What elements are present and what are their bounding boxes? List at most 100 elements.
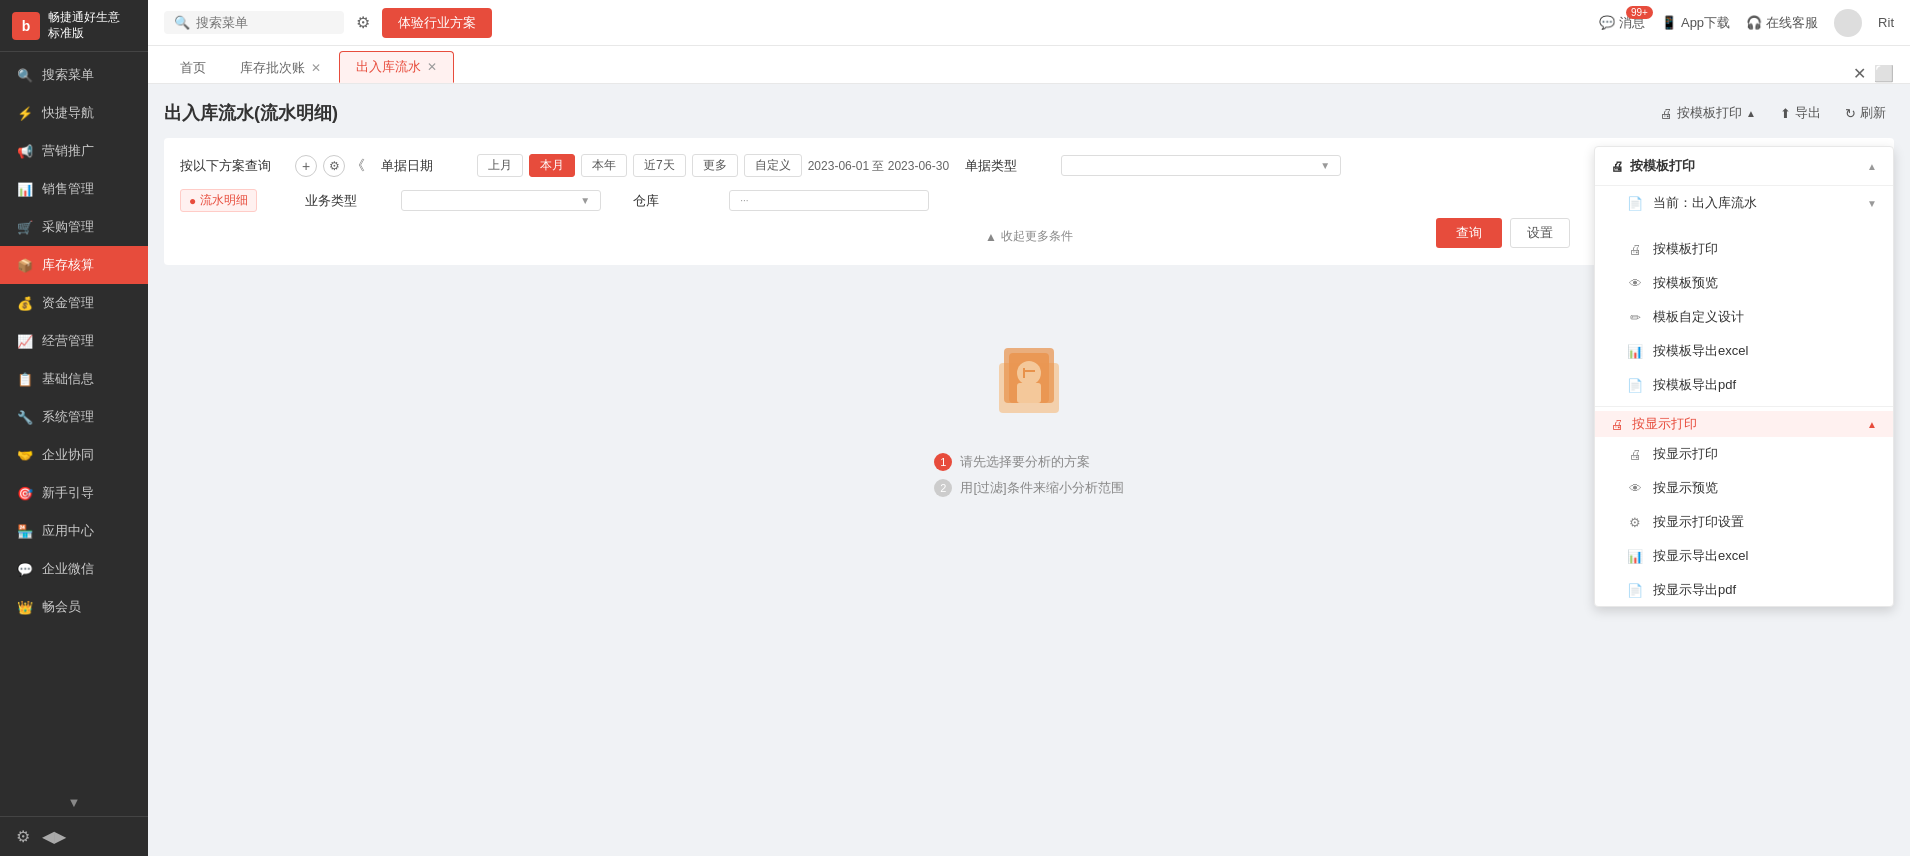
sidebar-scroll-down[interactable]: ▼ bbox=[0, 789, 148, 816]
query-button[interactable]: 查询 bbox=[1436, 218, 1502, 248]
topbar-gear-icon[interactable]: ⚙ bbox=[356, 13, 370, 32]
user-name[interactable]: Rit bbox=[1878, 15, 1894, 30]
topbar-right: 💬 消息 99+ 📱 App下载 🎧 在线客服 Rit bbox=[1599, 9, 1894, 37]
sidebar-item-marketing[interactable]: 📢 营销推广 bbox=[0, 132, 148, 170]
panel-display-print[interactable]: 🖨 按显示打印 bbox=[1595, 437, 1893, 471]
collapse-footer-icon[interactable]: ◀▶ bbox=[42, 827, 66, 846]
tab-close-batch[interactable]: ✕ bbox=[311, 61, 321, 75]
user-avatar[interactable] bbox=[1834, 9, 1862, 37]
message-badge: 99+ bbox=[1626, 6, 1653, 19]
warehouse-label: 仓库 bbox=[633, 192, 713, 210]
empty-steps: 1 请先选择要分析的方案 2 用[过滤]条件来缩小分析范围 bbox=[934, 453, 1123, 497]
sidebar-item-search[interactable]: 🔍 搜索菜单 bbox=[0, 56, 148, 94]
message-button[interactable]: 💬 消息 99+ bbox=[1599, 14, 1645, 32]
tab-stock-flow[interactable]: 出入库流水 ✕ bbox=[339, 51, 454, 83]
sidebar-nav: 🔍 搜索菜单 ⚡ 快捷导航 📢 营销推广 📊 销售管理 🛒 采购管理 📦 bbox=[0, 52, 148, 789]
date-this-year[interactable]: 本年 bbox=[581, 154, 627, 177]
date-this-month[interactable]: 本月 bbox=[529, 154, 575, 177]
sales-icon: 📊 bbox=[16, 180, 34, 198]
template-excel-icon: 📊 bbox=[1627, 343, 1643, 359]
panel-close-arrow[interactable]: ▲ bbox=[1867, 161, 1877, 172]
warehouse-select-more: ··· bbox=[740, 195, 748, 206]
export-icon: ⬆ bbox=[1780, 106, 1791, 121]
topbar-actions: ⚙ bbox=[356, 13, 370, 32]
business-label: 业务类型 bbox=[305, 192, 385, 210]
type-select[interactable]: ▼ bbox=[1061, 155, 1341, 176]
type-select-arrow: ▼ bbox=[1320, 160, 1330, 171]
trial-button[interactable]: 体验行业方案 bbox=[382, 8, 492, 38]
step-num-1: 1 bbox=[934, 453, 952, 471]
online-service-button[interactable]: 🎧 在线客服 bbox=[1746, 14, 1818, 32]
sidebar-item-sales[interactable]: 📊 销售管理 bbox=[0, 170, 148, 208]
template-section-header bbox=[1595, 220, 1893, 232]
tab-home[interactable]: 首页 bbox=[164, 53, 222, 83]
empty-step-2: 2 用[过滤]条件来缩小分析范围 bbox=[934, 479, 1123, 497]
search-input[interactable] bbox=[196, 15, 316, 30]
app-download-icon: 📱 bbox=[1661, 15, 1677, 30]
export-button[interactable]: ⬆ 导出 bbox=[1772, 100, 1829, 126]
member-icon: 👑 bbox=[16, 598, 34, 616]
panel-display-print-settings[interactable]: ⚙ 按显示打印设置 bbox=[1595, 505, 1893, 539]
settings-footer-icon[interactable]: ⚙ bbox=[16, 827, 30, 846]
app-download-button[interactable]: 📱 App下载 bbox=[1661, 14, 1730, 32]
main-area: 🔍 ⚙ 体验行业方案 💬 消息 99+ 📱 App下载 🎧 bbox=[148, 0, 1910, 856]
sidebar-item-wechat[interactable]: 💬 企业微信 bbox=[0, 550, 148, 588]
app-title: 畅捷通好生意 标准版 bbox=[48, 10, 120, 41]
sidebar-item-purchase[interactable]: 🛒 采购管理 bbox=[0, 208, 148, 246]
tab-close-flow[interactable]: ✕ bbox=[427, 60, 437, 74]
enterprise-icon: 🤝 bbox=[16, 446, 34, 464]
type-label: 单据类型 bbox=[965, 157, 1045, 175]
sidebar-item-app-center[interactable]: 🏪 应用中心 bbox=[0, 512, 148, 550]
filter-collapse-button[interactable]: 《 bbox=[351, 157, 365, 175]
sidebar-item-guide[interactable]: 🎯 新手引导 bbox=[0, 474, 148, 512]
maximize-tab-icon[interactable]: ⬜ bbox=[1874, 64, 1894, 83]
filter-settings-button[interactable]: ⚙ bbox=[323, 155, 345, 177]
business-select-arrow: ▼ bbox=[580, 195, 590, 206]
sidebar-item-enterprise[interactable]: 🤝 企业协同 bbox=[0, 436, 148, 474]
set-button[interactable]: 设置 bbox=[1510, 218, 1570, 248]
topbar: 🔍 ⚙ 体验行业方案 💬 消息 99+ 📱 App下载 🎧 bbox=[148, 0, 1910, 46]
topbar-search-container[interactable]: 🔍 bbox=[164, 11, 344, 34]
sidebar-header: b 畅捷通好生意 标准版 bbox=[0, 0, 148, 52]
empty-illustration bbox=[979, 333, 1079, 433]
panel-template-excel[interactable]: 📊 按模板导出excel bbox=[1595, 334, 1893, 368]
panel-template-preview[interactable]: 👁 按模板预览 bbox=[1595, 266, 1893, 300]
display-print-icon: 🖨 bbox=[1627, 446, 1643, 462]
print-template-button[interactable]: 🖨 按模板打印 ▲ bbox=[1652, 100, 1764, 126]
sidebar-item-basic[interactable]: 📋 基础信息 bbox=[0, 360, 148, 398]
panel-template-custom[interactable]: ✏ 模板自定义设计 bbox=[1595, 300, 1893, 334]
date-custom[interactable]: 自定义 bbox=[744, 154, 802, 177]
svg-rect-4 bbox=[1017, 383, 1041, 403]
warehouse-select[interactable]: ··· bbox=[729, 190, 929, 211]
sidebar-item-finance[interactable]: 💰 资金管理 bbox=[0, 284, 148, 322]
panel-current-item[interactable]: 📄 当前：出入库流水 ▼ bbox=[1595, 186, 1893, 220]
panel-display-excel[interactable]: 📊 按显示导出excel bbox=[1595, 539, 1893, 573]
tab-batch-account[interactable]: 库存批次账 ✕ bbox=[224, 53, 337, 83]
page-toolbar: 🖨 按模板打印 ▲ ⬆ 导出 ↻ 刷新 bbox=[1652, 100, 1894, 126]
date-7-days[interactable]: 近7天 bbox=[633, 154, 686, 177]
current-arrow: ▼ bbox=[1867, 198, 1877, 209]
tag-icon: ● bbox=[189, 194, 196, 208]
sidebar-item-quick-nav[interactable]: ⚡ 快捷导航 bbox=[0, 94, 148, 132]
sidebar-item-member[interactable]: 👑 畅会员 bbox=[0, 588, 148, 626]
filter-tag-detail[interactable]: ● 流水明细 bbox=[180, 189, 257, 212]
search-nav-icon: 🔍 bbox=[16, 66, 34, 84]
sidebar-item-inventory[interactable]: 📦 库存核算 bbox=[0, 246, 148, 284]
panel-display-pdf[interactable]: 📄 按显示导出pdf bbox=[1595, 573, 1893, 606]
close-tab-icon[interactable]: ✕ bbox=[1853, 64, 1866, 83]
filter-buttons: 查询 设置 bbox=[1436, 218, 1570, 248]
refresh-button[interactable]: ↻ 刷新 bbox=[1837, 100, 1894, 126]
sidebar-item-operations[interactable]: 📈 经营管理 bbox=[0, 322, 148, 360]
operations-icon: 📈 bbox=[16, 332, 34, 350]
panel-display-preview[interactable]: 👁 按显示预览 bbox=[1595, 471, 1893, 505]
date-shortcuts: 上月 本月 本年 近7天 更多 自定义 2023-06-01 至 2023-06… bbox=[477, 154, 949, 177]
panel-template-print[interactable]: 🖨 按模板打印 bbox=[1595, 232, 1893, 266]
panel-template-pdf[interactable]: 📄 按模板导出pdf bbox=[1595, 368, 1893, 402]
quick-nav-icon: ⚡ bbox=[16, 104, 34, 122]
date-more[interactable]: 更多 bbox=[692, 154, 738, 177]
sidebar-item-system[interactable]: 🔧 系统管理 bbox=[0, 398, 148, 436]
date-last-month[interactable]: 上月 bbox=[477, 154, 523, 177]
business-select[interactable]: ▼ bbox=[401, 190, 601, 211]
filter-add-button[interactable]: + bbox=[295, 155, 317, 177]
display-section-header[interactable]: 🖨 按显示打印 ▲ bbox=[1595, 411, 1893, 437]
